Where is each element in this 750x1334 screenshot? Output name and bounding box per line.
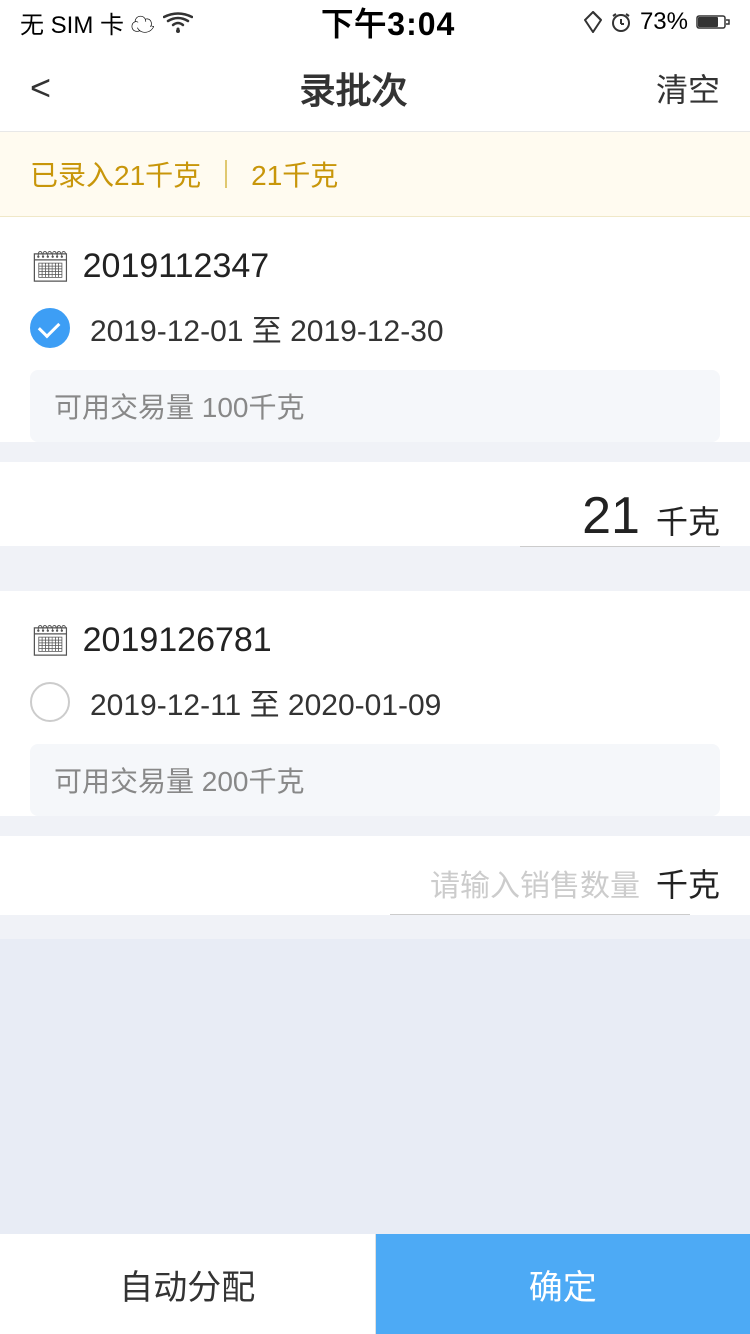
location-icon — [584, 11, 602, 33]
batch2-input-inner: 千克 — [30, 860, 720, 906]
section-separator-1 — [0, 571, 750, 591]
status-right: 73% — [584, 8, 730, 36]
confirm-button[interactable]: 确定 — [376, 1234, 750, 1334]
batch2-card: 🗓 2019126781 2019-12-11 至 2020-01-09 可用交… — [0, 591, 750, 816]
batch2-date: 2019-12-11 至 2020-01-09 — [90, 680, 441, 724]
banner-divider — [225, 160, 227, 188]
page-title: 录批次 — [300, 62, 408, 114]
battery-text: 73% — [640, 8, 688, 36]
batch1-amount-row: 21 千克 — [0, 462, 750, 546]
batch1-amount-unit: 千克 — [656, 497, 720, 543]
batch2-icon: 🗓 — [30, 622, 71, 660]
nav-bar: < 录批次 清空 — [0, 44, 750, 132]
auto-distribute-button[interactable]: 自动分配 — [0, 1234, 376, 1334]
info-banner: 已录入21千克 21千克 — [0, 132, 750, 217]
batch1-card: 🗓 2019112347 2019-12-01 至 2019-12-30 可用交… — [0, 217, 750, 442]
alarm-icon — [610, 11, 632, 33]
batch2-available: 可用交易量 200千克 — [30, 744, 720, 816]
battery-icon — [696, 13, 730, 31]
batch1-date-row: 2019-12-01 至 2019-12-30 — [30, 306, 720, 350]
batch2-header: 🗓 2019126781 — [30, 621, 720, 660]
no-sim-text: 无 SIM 卡 ☁ — [20, 5, 155, 40]
batch2-input-section: 千克 — [0, 836, 750, 915]
wifi-icon — [163, 11, 193, 33]
batch1-id: 2019112347 — [83, 247, 270, 286]
recorded-value: 21千克 — [251, 154, 338, 194]
back-button[interactable]: < — [30, 67, 51, 109]
batch2-date-row: 2019-12-11 至 2020-01-09 — [30, 680, 720, 724]
batch2-radio[interactable] — [30, 682, 70, 722]
status-left: 无 SIM 卡 ☁ — [20, 5, 193, 40]
status-bar: 无 SIM 卡 ☁ 下午3:04 73% — [0, 0, 750, 44]
batch1-amount-value: 21 — [582, 486, 640, 546]
batch1-date: 2019-12-01 至 2019-12-30 — [90, 306, 444, 350]
batch1-radio[interactable] — [30, 308, 70, 348]
clear-button[interactable]: 清空 — [656, 65, 720, 111]
batch2-input-line — [390, 914, 690, 915]
bottom-bar: 自动分配 确定 — [0, 1234, 750, 1334]
batch1-header: 🗓 2019112347 — [30, 247, 720, 286]
status-time: 下午3:04 — [321, 0, 455, 45]
recorded-label: 已录入21千克 — [30, 154, 201, 194]
batch2-id: 2019126781 — [83, 621, 272, 660]
batch2-unit: 千克 — [656, 860, 720, 906]
batch1-available: 可用交易量 100千克 — [30, 370, 720, 442]
batch1-icon: 🗓 — [30, 248, 71, 286]
batch2-quantity-input[interactable] — [30, 870, 640, 904]
batch1-amount-line — [520, 546, 720, 547]
bottom-area — [0, 939, 750, 1279]
